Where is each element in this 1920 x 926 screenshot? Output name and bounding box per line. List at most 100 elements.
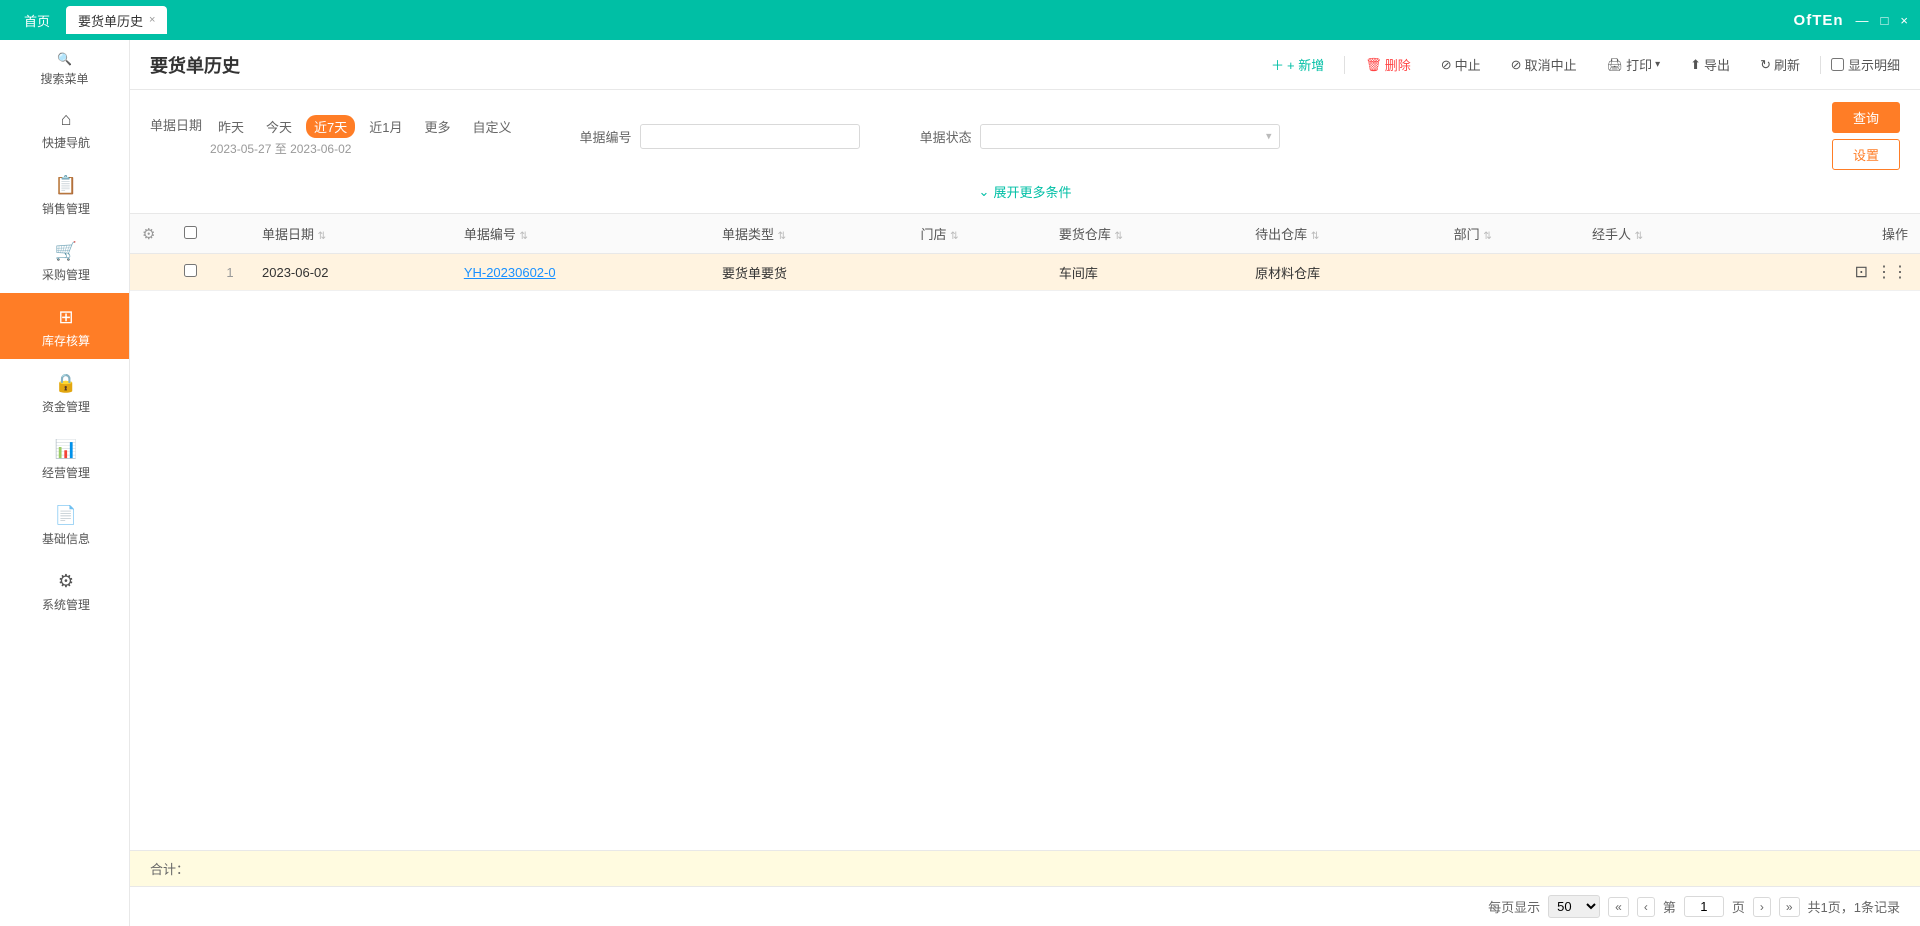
divider2	[1820, 56, 1821, 74]
sidebar-item-base[interactable]: 📄 基础信息	[0, 491, 129, 557]
top-bar: 首页 要货单历史 × OfTEn — □ ×	[0, 0, 1920, 40]
sort-icon-reqwarehouse[interactable]: ⇅	[1115, 231, 1123, 242]
date-buttons: 昨天 今天 近7天 近1月 更多 自定义	[210, 115, 520, 138]
page-num-input[interactable]	[1684, 896, 1724, 917]
table-head: ⚙ 单据日期 ⇅ 单据编号 ⇅	[130, 214, 1920, 254]
td-checkbox	[170, 254, 210, 291]
th-checkbox	[170, 214, 210, 254]
refresh-button[interactable]: ↻ 刷新	[1750, 50, 1810, 79]
th-num	[210, 214, 250, 254]
sidebar-item-operation[interactable]: 📊 经营管理	[0, 425, 129, 491]
sidebar-search[interactable]: 🔍 搜索菜单	[0, 40, 129, 95]
date-btn-yesterday[interactable]: 昨天	[210, 115, 252, 138]
docstatus-label: 单据状态	[920, 127, 972, 146]
th-dept: 部门 ⇅	[1442, 214, 1580, 254]
next-page-btn[interactable]: ›	[1753, 897, 1771, 917]
sidebar-item-purchase[interactable]: 🛒 采购管理	[0, 227, 129, 293]
td-handler	[1580, 254, 1747, 291]
select-all-checkbox[interactable]	[184, 226, 197, 239]
sort-icon-store[interactable]: ⇅	[950, 231, 958, 242]
sidebar-item-label: 基础信息	[42, 530, 90, 547]
new-button[interactable]: ＋ + 新增	[1261, 50, 1334, 79]
th-date: 单据日期 ⇅	[250, 214, 452, 254]
window-close[interactable]: ×	[1900, 13, 1908, 28]
sidebar-item-inventory[interactable]: ⊞ 库存核算	[0, 293, 129, 359]
page-size-label: 每页显示	[1488, 897, 1540, 916]
date-btn-today[interactable]: 今天	[258, 115, 300, 138]
sidebar-item-finance[interactable]: 🔒 资金管理	[0, 359, 129, 425]
sort-icon-docno[interactable]: ⇅	[519, 231, 527, 242]
date-filter-group: 单据日期 昨天 今天 近7天 近1月 更多 自定义 2023-05-27 至 2…	[150, 115, 520, 157]
th-operation: 操作	[1747, 214, 1920, 254]
suspend-button[interactable]: ⊘ 中止	[1431, 50, 1491, 79]
docstatus-input[interactable]	[980, 124, 1280, 149]
tab-close-icon[interactable]: ×	[149, 14, 155, 26]
print-button[interactable]: 🖨 打印 ▾	[1597, 50, 1671, 79]
gear-icon[interactable]: ⚙	[142, 226, 155, 243]
tab-active[interactable]: 要货单历史 ×	[66, 6, 167, 34]
delete-button[interactable]: 🗑 删除	[1355, 50, 1421, 79]
sort-icon-pendingwarehouse[interactable]: ⇅	[1311, 231, 1319, 242]
prev-page-btn[interactable]: ‹	[1637, 897, 1655, 917]
print-icon: 🖨	[1607, 57, 1624, 73]
first-page-btn[interactable]: «	[1608, 897, 1629, 917]
sidebar-item-sales[interactable]: 📋 销售管理	[0, 161, 129, 227]
th-reqwarehouse: 要货仓库 ⇅	[1047, 214, 1243, 254]
sort-icon-date[interactable]: ⇅	[318, 231, 326, 242]
docnum-input[interactable]	[640, 124, 860, 149]
page-label: 第	[1663, 897, 1676, 916]
table-header-row: ⚙ 单据日期 ⇅ 单据编号 ⇅	[130, 214, 1920, 254]
th-store: 门店 ⇅	[909, 214, 1047, 254]
window-maximize[interactable]: □	[1881, 13, 1889, 28]
query-button[interactable]: 查询	[1832, 102, 1900, 133]
filter-area: 单据日期 昨天 今天 近7天 近1月 更多 自定义 2023-05-27 至 2…	[130, 90, 1920, 214]
filter-row-1: 单据日期 昨天 今天 近7天 近1月 更多 自定义 2023-05-27 至 2…	[150, 102, 1900, 170]
window-minimize[interactable]: —	[1856, 13, 1869, 28]
export-icon: ⬆	[1690, 57, 1701, 73]
page-header: 要货单历史 ＋ + 新增 🗑 删除 ⊘ 中止 ⊘ 取消中止	[130, 40, 1920, 90]
sort-icon-handler[interactable]: ⇅	[1635, 231, 1643, 242]
tab-home[interactable]: 首页	[12, 6, 62, 34]
docno-link[interactable]: YH-20230602-0	[464, 265, 556, 280]
divider	[1344, 56, 1345, 74]
sort-icon-doctype[interactable]: ⇅	[778, 231, 786, 242]
export-button[interactable]: ⬆ 导出	[1680, 50, 1740, 79]
print-dropdown-icon: ▾	[1655, 59, 1660, 70]
sales-icon: 📋	[55, 175, 77, 196]
row-operation-icons: ⊡ ⋮⋮	[1759, 262, 1908, 282]
table-area: ⚙ 单据日期 ⇅ 单据编号 ⇅	[130, 214, 1920, 850]
cancel-suspend-icon: ⊘	[1511, 57, 1522, 73]
th-doctype: 单据类型 ⇅	[710, 214, 909, 254]
quick-nav-icon: ⌂	[61, 109, 72, 130]
brand-label: OfTEn	[1794, 12, 1844, 29]
last-page-btn[interactable]: »	[1779, 897, 1800, 917]
setting-button[interactable]: 设置	[1832, 139, 1900, 170]
th-settings: ⚙	[130, 214, 170, 254]
date-label: 单据日期	[150, 115, 202, 134]
delete-icon: 🗑	[1365, 57, 1382, 73]
sidebar-item-system[interactable]: ⚙ 系统管理	[0, 557, 129, 623]
expand-button[interactable]: ⌄ 展开更多条件	[967, 178, 1084, 205]
cancel-suspend-button[interactable]: ⊘ 取消中止	[1501, 50, 1587, 79]
sidebar-item-quick-nav[interactable]: ⌂ 快捷导航	[0, 95, 129, 161]
th-handler: 经手人 ⇅	[1580, 214, 1747, 254]
table-row: 1 2023-06-02 YH-20230602-0 要货单要货	[130, 254, 1920, 291]
date-btn-7days[interactable]: 近7天	[306, 115, 355, 138]
td-num: 1	[210, 254, 250, 291]
sidebar-item-label: 快捷导航	[42, 134, 90, 151]
more-icon[interactable]: ⋮⋮	[1876, 262, 1908, 282]
td-date: 2023-06-02	[250, 254, 452, 291]
row-checkbox[interactable]	[184, 264, 197, 277]
top-bar-right: OfTEn — □ ×	[1794, 12, 1908, 29]
date-btn-custom[interactable]: 自定义	[465, 115, 520, 138]
view-icon[interactable]: ⊡	[1855, 262, 1868, 282]
page-unit-label: 页	[1732, 897, 1745, 916]
td-docno: YH-20230602-0	[452, 254, 710, 291]
show-detail-label[interactable]: 显示明细	[1831, 55, 1900, 74]
date-btn-1month[interactable]: 近1月	[361, 115, 410, 138]
show-detail-checkbox[interactable]	[1831, 58, 1844, 71]
page-size-select[interactable]: 50 100 200	[1548, 895, 1600, 918]
date-btn-more[interactable]: 更多	[417, 115, 459, 138]
sort-icon-dept[interactable]: ⇅	[1483, 231, 1491, 242]
sidebar-item-label: 经营管理	[42, 464, 90, 481]
